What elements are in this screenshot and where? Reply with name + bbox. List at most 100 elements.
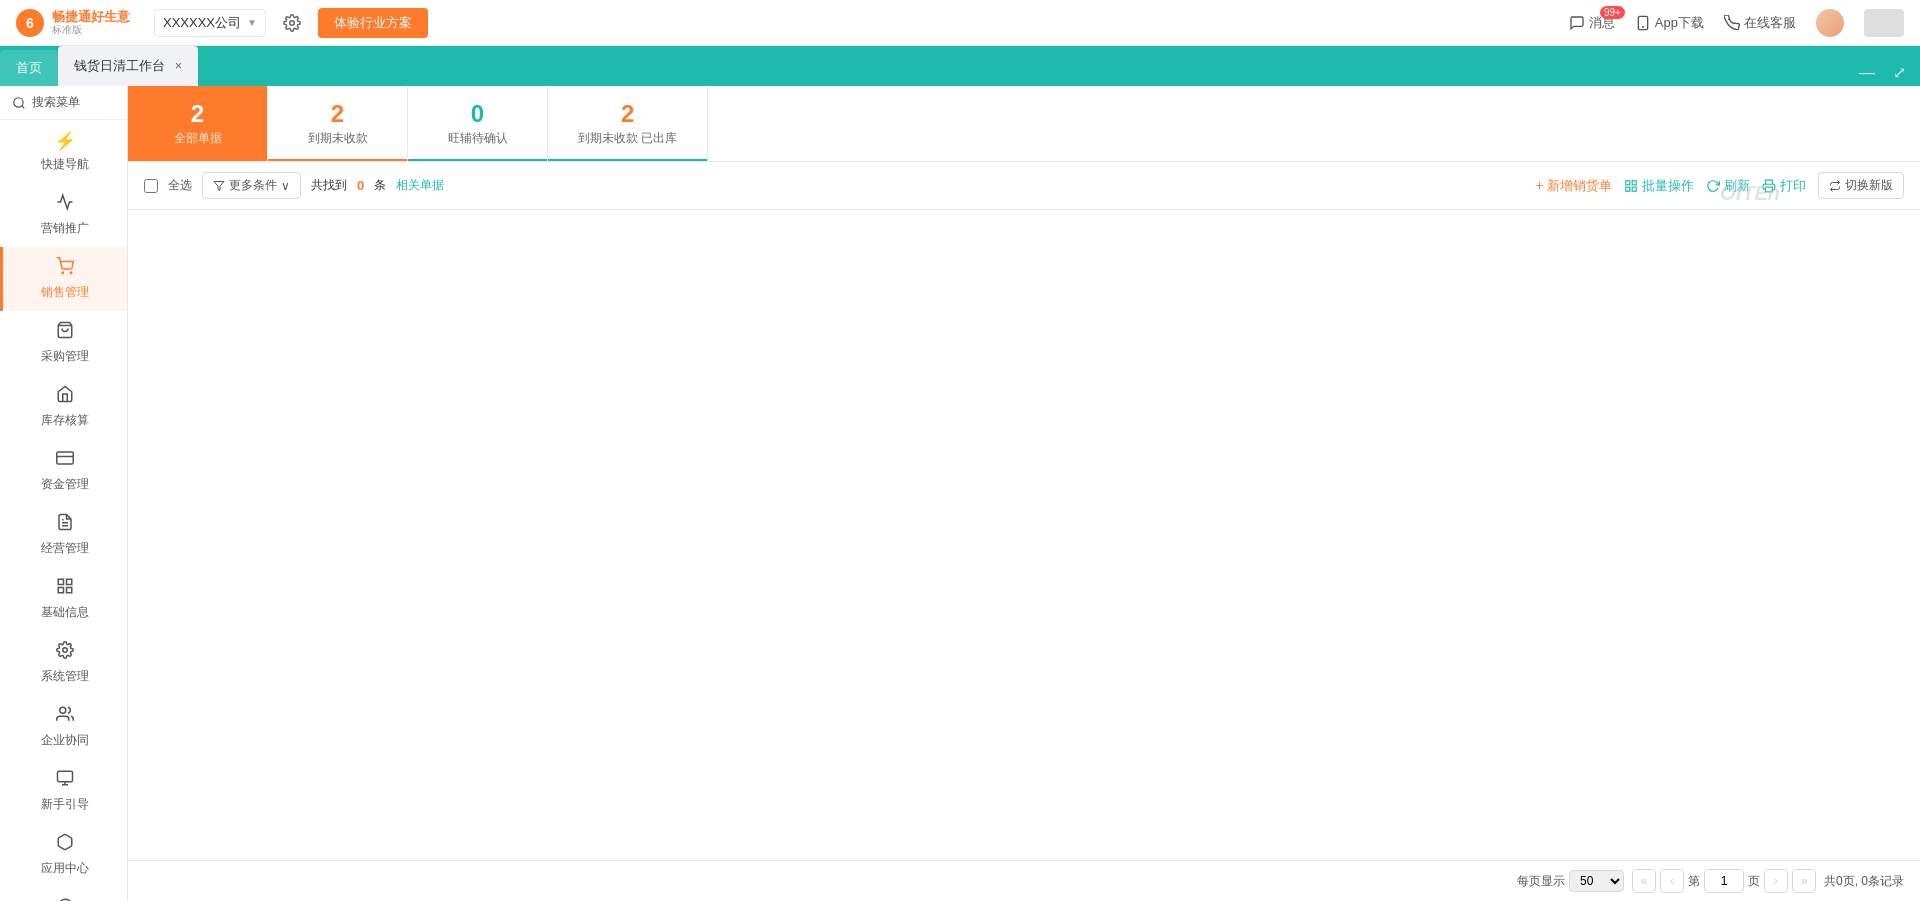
company-name: XXXXXX公司 (163, 14, 241, 32)
switch-label: 切换新版 (1845, 177, 1893, 194)
last-page-button[interactable]: » (1792, 869, 1816, 893)
batch-op-icon (1624, 179, 1638, 193)
page-size-label: 每页显示 (1517, 873, 1565, 890)
sidebar-item-finance[interactable]: 资金管理 (0, 439, 127, 503)
message-item[interactable]: 消息 99+ (1569, 14, 1615, 32)
switch-new-version-button[interactable]: 切换新版 (1818, 172, 1904, 199)
sidebar-item-app-center[interactable]: 应用中心 (0, 823, 127, 887)
svg-point-16 (63, 648, 68, 653)
sidebar-search[interactable]: 搜索菜单 (0, 86, 127, 120)
app-center-icon (56, 833, 74, 856)
page-input[interactable] (1704, 869, 1744, 893)
online-service-item[interactable]: 在线客服 (1724, 14, 1796, 32)
toolbar-left: 全选 更多条件 ∨ 共找到 0 条 相关单据 (144, 172, 1526, 199)
svg-rect-22 (1626, 180, 1630, 184)
sidebar-item-marketing[interactable]: 营销推广 (0, 183, 127, 247)
select-all-checkbox[interactable] (144, 179, 158, 193)
sidebar-item-quick-nav[interactable]: ⚡ 快捷导航 (0, 120, 127, 183)
print-button[interactable]: 打印 (1762, 177, 1806, 195)
sidebar-label-app-center: 应用中心 (41, 860, 89, 877)
refresh-button[interactable]: 刷新 (1706, 177, 1750, 195)
more-filter-button[interactable]: 更多条件 ∨ (202, 172, 301, 199)
stat-label-wangwang: 旺辅待确认 (448, 130, 508, 147)
svg-line-4 (22, 105, 25, 108)
toolbar-right: + 新增销货单 批量操作 刷新 (1536, 172, 1904, 199)
footer: 每页显示 50 10 20 100 « ‹ 第 页 › » 共0页, 0条记录 (128, 860, 1920, 901)
batch-op-label: 批量操作 (1642, 177, 1694, 195)
sidebar-item-purchase[interactable]: 采购管理 (0, 311, 127, 375)
tab-close-icon[interactable]: × (175, 59, 182, 73)
stat-card-all[interactable]: 2 全部单据 (128, 86, 268, 161)
svg-point-0 (290, 20, 295, 25)
refresh-icon (1706, 179, 1720, 193)
logo-subtitle: 标准版 (52, 24, 130, 36)
system-icon (56, 641, 74, 664)
sidebar-label-operations: 经营管理 (41, 540, 89, 557)
tab-minimize-icon[interactable]: — (1855, 60, 1879, 86)
stat-card-overdue-unstocked[interactable]: 2 到期未收款 已出库 (548, 86, 708, 161)
stat-num-all: 2 (191, 100, 204, 128)
stat-label-overdue-unpaid: 到期未收款 (308, 130, 368, 147)
page-suffix: 页 (1748, 873, 1760, 890)
found-unit: 条 (374, 177, 386, 194)
trial-button[interactable]: 体验行业方案 (318, 8, 428, 38)
page-size-select[interactable]: 50 10 20 100 (1569, 870, 1624, 892)
stats-row: 2 全部单据 2 到期未收款 0 旺辅待确认 2 到期未收款 已出库 (128, 86, 1920, 162)
sidebar-item-sales[interactable]: 销售管理 (0, 247, 127, 311)
first-page-button[interactable]: « (1632, 869, 1656, 893)
next-page-button[interactable]: › (1764, 869, 1788, 893)
svg-point-3 (14, 97, 23, 106)
user-dropdown[interactable] (1864, 9, 1904, 37)
svg-rect-25 (1626, 187, 1630, 191)
sidebar-item-corp-coop[interactable]: 企业协同 (0, 695, 127, 759)
svg-rect-12 (58, 579, 63, 584)
tab-home[interactable]: 首页 (0, 50, 58, 86)
sidebar-item-operations[interactable]: 经营管理 (0, 503, 127, 567)
main-layout: 搜索菜单 ⚡ 快捷导航 营销推广 销售管理 (0, 86, 1920, 901)
sidebar-item-guide[interactable]: 新手引导 (0, 759, 127, 823)
avatar-image (1816, 9, 1844, 37)
sidebar-item-system[interactable]: 系统管理 (0, 631, 127, 695)
top-header: 6 畅捷通好生意 标准版 XXXXXX公司 ▼ 体验行业方案 消息 99+ (0, 0, 1920, 46)
sidebar-item-inventory[interactable]: 库存核算 (0, 375, 127, 439)
svg-rect-26 (1766, 187, 1773, 192)
svg-rect-13 (67, 579, 72, 584)
sidebar-label-quick-nav: 快捷导航 (41, 156, 89, 173)
sidebar-item-wechat[interactable]: 企业微信 (0, 887, 127, 901)
new-sale-label: + 新增销货单 (1536, 177, 1612, 195)
avatar[interactable] (1816, 9, 1844, 37)
batch-op-button[interactable]: 批量操作 (1624, 177, 1694, 195)
filter-icon (213, 180, 225, 192)
new-sale-button[interactable]: + 新增销货单 (1536, 177, 1612, 195)
stat-label-overdue-unstocked: 到期未收款 已出库 (578, 130, 677, 147)
stat-card-wangwang[interactable]: 0 旺辅待确认 (408, 86, 548, 161)
settings-icon[interactable] (276, 7, 308, 39)
sidebar-item-basic-info[interactable]: 基础信息 (0, 567, 127, 631)
tab-cashflow-workbench[interactable]: 钱货日清工作台 × (58, 46, 198, 86)
refresh-label: 刷新 (1724, 177, 1750, 195)
app-download-item[interactable]: App下载 (1635, 14, 1704, 32)
prev-page-button[interactable]: ‹ (1660, 869, 1684, 893)
sidebar-search-label: 搜索菜单 (32, 94, 80, 111)
logo-text: 畅捷通好生意 标准版 (52, 9, 130, 37)
sidebar-label-sales: 销售管理 (41, 284, 89, 301)
wechat-icon (56, 897, 74, 901)
print-icon (1762, 179, 1776, 193)
tab-expand-icon[interactable]: ⤢ (1889, 59, 1910, 86)
filter-chevron-icon: ∨ (281, 179, 290, 193)
stat-num-overdue-unstocked: 2 (621, 100, 634, 128)
company-selector[interactable]: XXXXXX公司 ▼ (154, 9, 266, 37)
sidebar-label-system: 系统管理 (41, 668, 89, 685)
stat-num-overdue-unpaid: 2 (331, 100, 344, 128)
related-orders-link[interactable]: 相关单据 (396, 177, 444, 194)
svg-rect-14 (67, 588, 72, 593)
svg-rect-15 (58, 588, 63, 593)
sales-icon (56, 257, 74, 280)
sidebar-label-guide: 新手引导 (41, 796, 89, 813)
sidebar-label-corp-coop: 企业协同 (41, 732, 89, 749)
sidebar-label-purchase: 采购管理 (41, 348, 89, 365)
stat-card-overdue-unpaid[interactable]: 2 到期未收款 (268, 86, 408, 161)
svg-rect-8 (57, 452, 74, 464)
switch-icon (1829, 180, 1841, 192)
found-count: 0 (357, 178, 364, 193)
